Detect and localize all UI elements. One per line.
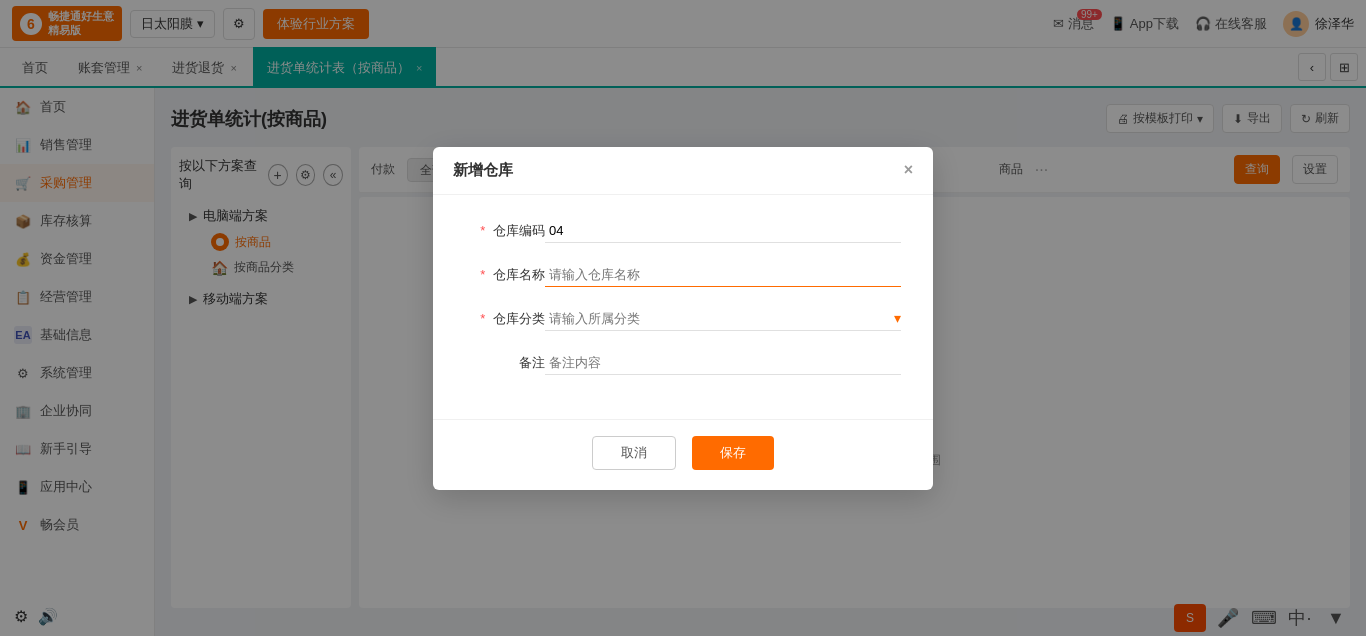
label-name-text: 仓库名称: [493, 267, 545, 282]
modal-close-button[interactable]: ×: [904, 161, 913, 179]
warehouse-code-input[interactable]: [545, 219, 901, 243]
modal-footer: 取消 保存: [433, 419, 933, 490]
warehouse-note-input[interactable]: [545, 351, 901, 375]
form-label-note: 备注: [465, 354, 545, 372]
form-label-category: * 仓库分类: [465, 310, 545, 328]
required-star-code: *: [480, 223, 485, 238]
save-button[interactable]: 保存: [692, 436, 774, 470]
label-note-text: 备注: [519, 355, 545, 370]
modal-overlay[interactable]: 新增仓库 × * 仓库编码 * 仓库名称: [0, 0, 1366, 636]
add-warehouse-modal: 新增仓库 × * 仓库编码 * 仓库名称: [433, 147, 933, 490]
required-star-name: *: [480, 267, 485, 282]
form-row-category: * 仓库分类 ▾: [465, 307, 901, 331]
form-label-name: * 仓库名称: [465, 266, 545, 284]
category-dropdown-icon[interactable]: ▾: [894, 310, 901, 326]
modal-title: 新增仓库: [453, 161, 513, 180]
form-row-note: 备注: [465, 351, 901, 375]
warehouse-name-input[interactable]: [545, 263, 901, 287]
modal-header: 新增仓库 ×: [433, 147, 933, 195]
warehouse-category-wrapper: ▾: [545, 307, 901, 331]
form-row-code: * 仓库编码: [465, 219, 901, 243]
label-category-text: 仓库分类: [493, 311, 545, 326]
cancel-button[interactable]: 取消: [592, 436, 676, 470]
warehouse-category-input[interactable]: [545, 307, 894, 330]
form-row-name: * 仓库名称: [465, 263, 901, 287]
label-code-text: 仓库编码: [493, 223, 545, 238]
required-star-category: *: [480, 311, 485, 326]
modal-body: * 仓库编码 * 仓库名称 * 仓库分类: [433, 195, 933, 419]
form-label-code: * 仓库编码: [465, 222, 545, 240]
